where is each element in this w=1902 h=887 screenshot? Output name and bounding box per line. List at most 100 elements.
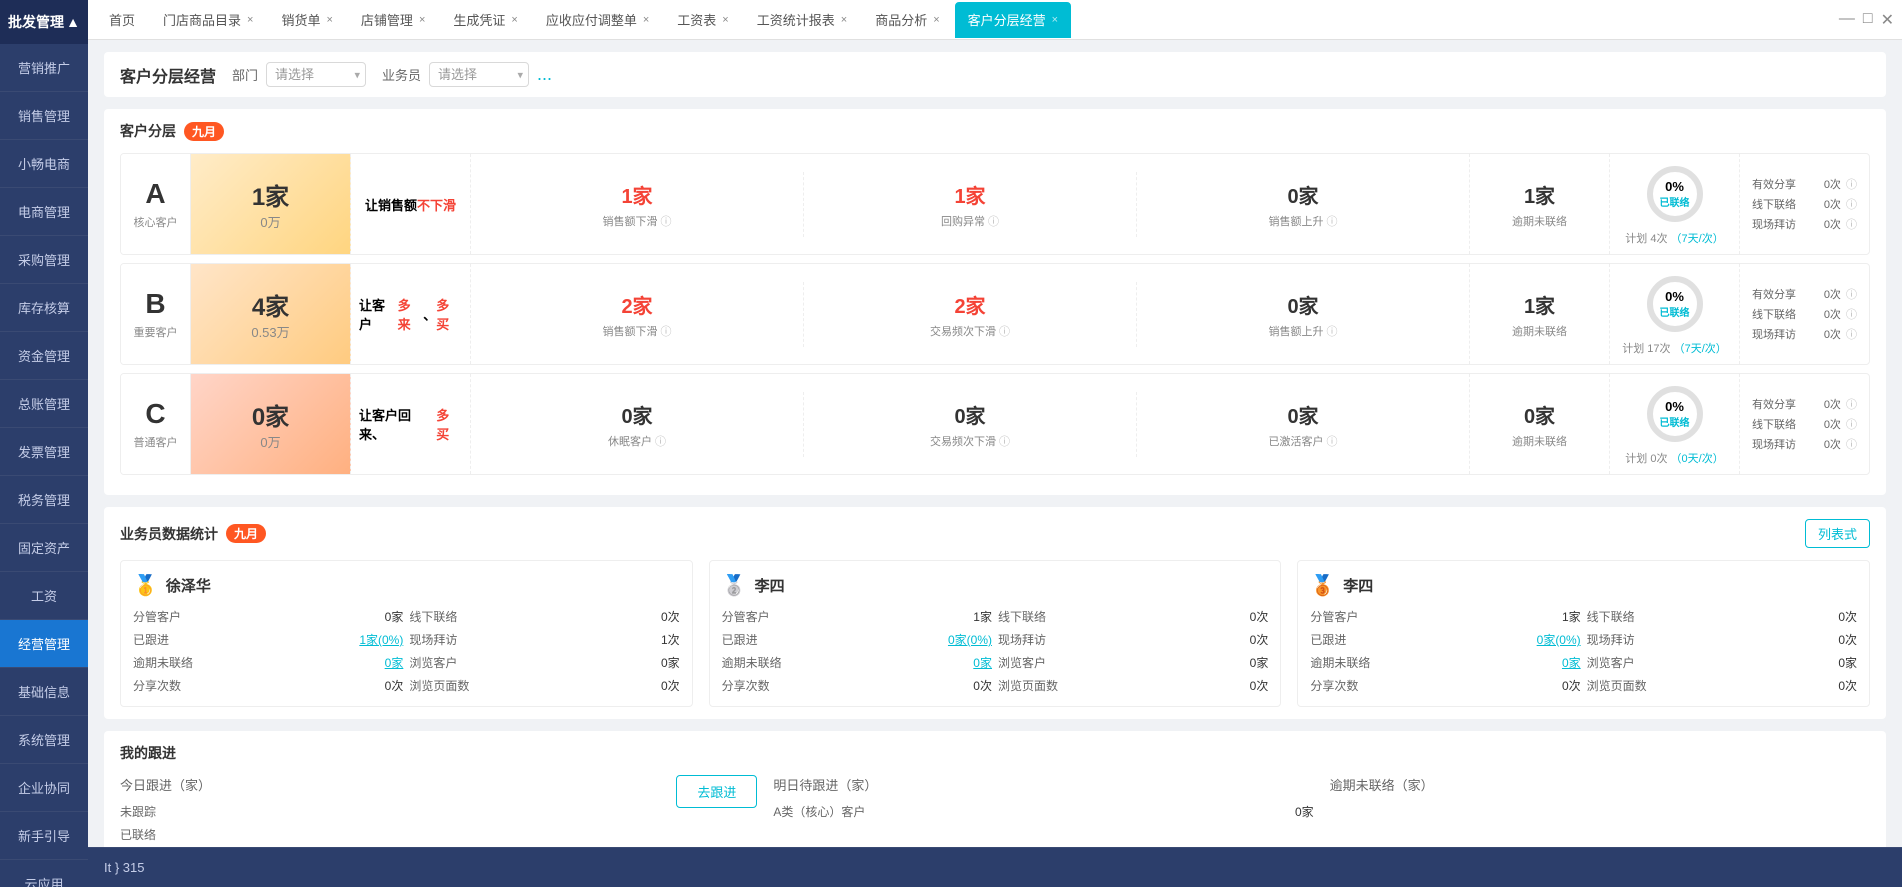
plan-link[interactable]: （0天/次） bbox=[1671, 453, 1724, 465]
staff-stat-val[interactable]: 1家(0%) bbox=[359, 631, 403, 648]
list-view-btn[interactable]: 列表式 bbox=[1805, 519, 1870, 548]
info-icon[interactable]: ⓘ bbox=[1327, 213, 1338, 229]
sidebar-item-gudingzc[interactable]: 固定资产 bbox=[0, 524, 88, 572]
tab-home[interactable]: 首页 bbox=[96, 2, 148, 38]
tab-close-voucher[interactable]: × bbox=[511, 14, 517, 26]
salesperson-filter-group: 业务员 请选择 ... bbox=[382, 62, 552, 87]
sidebar-item-xiaodian[interactable]: 小畅电商 bbox=[0, 140, 88, 188]
tier-main-stat-c[interactable]: 0家0万 bbox=[191, 374, 351, 474]
tab-payroll_report[interactable]: 工资统计报表× bbox=[744, 2, 860, 38]
metric-item[interactable]: 2家交易频次下滑 ⓘ bbox=[804, 282, 1137, 347]
window-maximize-icon[interactable]: □ bbox=[1863, 10, 1873, 30]
tab-close-store_goods[interactable]: × bbox=[247, 14, 253, 26]
staff-stat-item: 分管客户1家 bbox=[1310, 608, 1580, 625]
info-icon[interactable]: ⓘ bbox=[661, 213, 672, 229]
tab-close-receivable[interactable]: × bbox=[643, 14, 649, 26]
tab-store_mgmt[interactable]: 店铺管理× bbox=[348, 2, 438, 38]
tab-customer_tier[interactable]: 客户分层经营× bbox=[955, 2, 1071, 38]
sidebar-item-shuiwu[interactable]: 税务管理 bbox=[0, 476, 88, 524]
info-icon[interactable]: ⓘ bbox=[1327, 433, 1338, 449]
sidebar-item-yun[interactable]: 云应用 bbox=[0, 860, 88, 887]
tier-contact-b[interactable]: 1家逾期未联络 bbox=[1469, 264, 1609, 364]
tier-main-stat-a[interactable]: 1家0万 bbox=[191, 154, 351, 254]
sidebar-collapse-icon[interactable]: ▲ bbox=[66, 14, 80, 30]
window-minimize-icon[interactable]: — bbox=[1839, 10, 1855, 30]
tab-close-payroll[interactable]: × bbox=[722, 14, 728, 26]
tab-goods_analysis[interactable]: 商品分析× bbox=[862, 2, 952, 38]
tier-contact-c[interactable]: 0家逾期未联络 bbox=[1469, 374, 1609, 474]
sidebar-item-xiaoshou[interactable]: 销售管理 bbox=[0, 92, 88, 140]
info-icon[interactable]: ⓘ bbox=[1846, 329, 1857, 341]
info-icon[interactable]: ⓘ bbox=[1846, 219, 1857, 231]
staff-stat-item: 现场拜访1次 bbox=[409, 631, 679, 648]
info-icon[interactable]: ⓘ bbox=[1327, 323, 1338, 339]
tab-sales_order[interactable]: 销货单× bbox=[268, 2, 345, 38]
staff-stat-val[interactable]: 0家 bbox=[385, 654, 404, 671]
sidebar-item-kucun[interactable]: 库存核算 bbox=[0, 284, 88, 332]
info-icon[interactable]: ⓘ bbox=[988, 213, 999, 229]
dept-select[interactable]: 请选择 bbox=[266, 62, 366, 87]
sidebar-item-zijin[interactable]: 资金管理 bbox=[0, 332, 88, 380]
salesperson-select[interactable]: 请选择 bbox=[429, 62, 529, 87]
tier-metrics-a: 1家销售额下滑 ⓘ1家回购异常 ⓘ0家销售额上升 ⓘ bbox=[471, 154, 1469, 254]
tab-receivable[interactable]: 应收应付调整单× bbox=[533, 2, 662, 38]
sidebar-item-gongzi[interactable]: 工资 bbox=[0, 572, 88, 620]
info-icon[interactable]: ⓘ bbox=[999, 433, 1010, 449]
sidebar-item-xitong[interactable]: 系统管理 bbox=[0, 716, 88, 764]
info-icon[interactable]: ⓘ bbox=[1846, 399, 1857, 411]
right-stat-item: 线下联络 0次 ⓘ bbox=[1752, 416, 1857, 432]
staff-stat-val[interactable]: 0家 bbox=[1562, 654, 1581, 671]
tab-close-goods_analysis[interactable]: × bbox=[933, 14, 939, 26]
metric-item[interactable]: 0家交易频次下滑 ⓘ bbox=[804, 392, 1137, 457]
tier-main-stat-b[interactable]: 4家0.53万 bbox=[191, 264, 351, 364]
staff-stat-val[interactable]: 0家(0%) bbox=[948, 631, 992, 648]
sidebar-item-yingxiao[interactable]: 营销推广 bbox=[0, 44, 88, 92]
metric-item[interactable]: 2家销售额下滑 ⓘ bbox=[471, 282, 804, 347]
tab-voucher[interactable]: 生成凭证× bbox=[440, 2, 530, 38]
goto-followup-btn[interactable]: 去跟进 bbox=[676, 775, 757, 808]
info-icon[interactable]: ⓘ bbox=[1846, 419, 1857, 431]
staff-stat-label: 分享次数 bbox=[1310, 677, 1358, 694]
sidebar-item-dianshoug[interactable]: 电商管理 bbox=[0, 188, 88, 236]
plan-link[interactable]: （7天/次） bbox=[1671, 233, 1724, 245]
sidebar-item-qiye[interactable]: 企业协同 bbox=[0, 764, 88, 812]
info-icon[interactable]: ⓘ bbox=[655, 433, 666, 449]
tab-store_goods[interactable]: 门店商品目录× bbox=[150, 2, 266, 38]
staff-stat-label: 已跟进 bbox=[722, 631, 758, 648]
info-icon[interactable]: ⓘ bbox=[1846, 309, 1857, 321]
metric-item[interactable]: 0家销售额上升 ⓘ bbox=[1137, 172, 1469, 237]
sidebar-item-jichu[interactable]: 基础信息 bbox=[0, 668, 88, 716]
info-icon[interactable]: ⓘ bbox=[1846, 439, 1857, 451]
metric-item[interactable]: 0家已激活客户 ⓘ bbox=[1137, 392, 1469, 457]
sidebar-top[interactable]: 批发管理 ▲ bbox=[0, 0, 88, 44]
info-icon[interactable]: ⓘ bbox=[1846, 289, 1857, 301]
tab-close-sales_order[interactable]: × bbox=[326, 14, 332, 26]
metric-item[interactable]: 1家销售额下滑 ⓘ bbox=[471, 172, 804, 237]
info-icon[interactable]: ⓘ bbox=[999, 323, 1010, 339]
sidebar-item-fapiao[interactable]: 发票管理 bbox=[0, 428, 88, 476]
staff-stat-val[interactable]: 0家(0%) bbox=[1537, 631, 1581, 648]
tab-close-customer_tier[interactable]: × bbox=[1052, 14, 1058, 26]
sidebar-item-jingying[interactable]: 经营管理 bbox=[0, 620, 88, 668]
info-icon[interactable]: ⓘ bbox=[1846, 199, 1857, 211]
circle-plan: 计划 4次 （7天/次） bbox=[1625, 230, 1723, 246]
tier-label-a: A核心客户 bbox=[121, 154, 191, 254]
metric-item[interactable]: 0家销售额上升 ⓘ bbox=[1137, 282, 1469, 347]
staff-stat-val[interactable]: 0家 bbox=[973, 654, 992, 671]
metric-item[interactable]: 0家休眠客户 ⓘ bbox=[471, 392, 804, 457]
sidebar-item-xinshou[interactable]: 新手引导 bbox=[0, 812, 88, 860]
tab-payroll[interactable]: 工资表× bbox=[664, 2, 741, 38]
metric-item[interactable]: 1家回购异常 ⓘ bbox=[804, 172, 1137, 237]
tier-contact-a[interactable]: 1家逾期未联络 bbox=[1469, 154, 1609, 254]
plan-link[interactable]: （7天/次） bbox=[1674, 343, 1727, 355]
window-close-icon[interactable]: ✕ bbox=[1881, 10, 1894, 30]
sidebar-item-zhangzhang[interactable]: 总账管理 bbox=[0, 380, 88, 428]
tab-close-store_mgmt[interactable]: × bbox=[419, 14, 425, 26]
sidebar-item-caigou[interactable]: 采购管理 bbox=[0, 236, 88, 284]
followup-section: 我的跟进 今日跟进（家） 未跟踪 已联络 未联络① 去跟进 bbox=[104, 731, 1886, 847]
more-filter-btn[interactable]: ... bbox=[537, 64, 552, 85]
circle-linked-label: 已联络 bbox=[1660, 304, 1690, 319]
info-icon[interactable]: ⓘ bbox=[1846, 179, 1857, 191]
tab-close-payroll_report[interactable]: × bbox=[841, 14, 847, 26]
info-icon[interactable]: ⓘ bbox=[661, 323, 672, 339]
